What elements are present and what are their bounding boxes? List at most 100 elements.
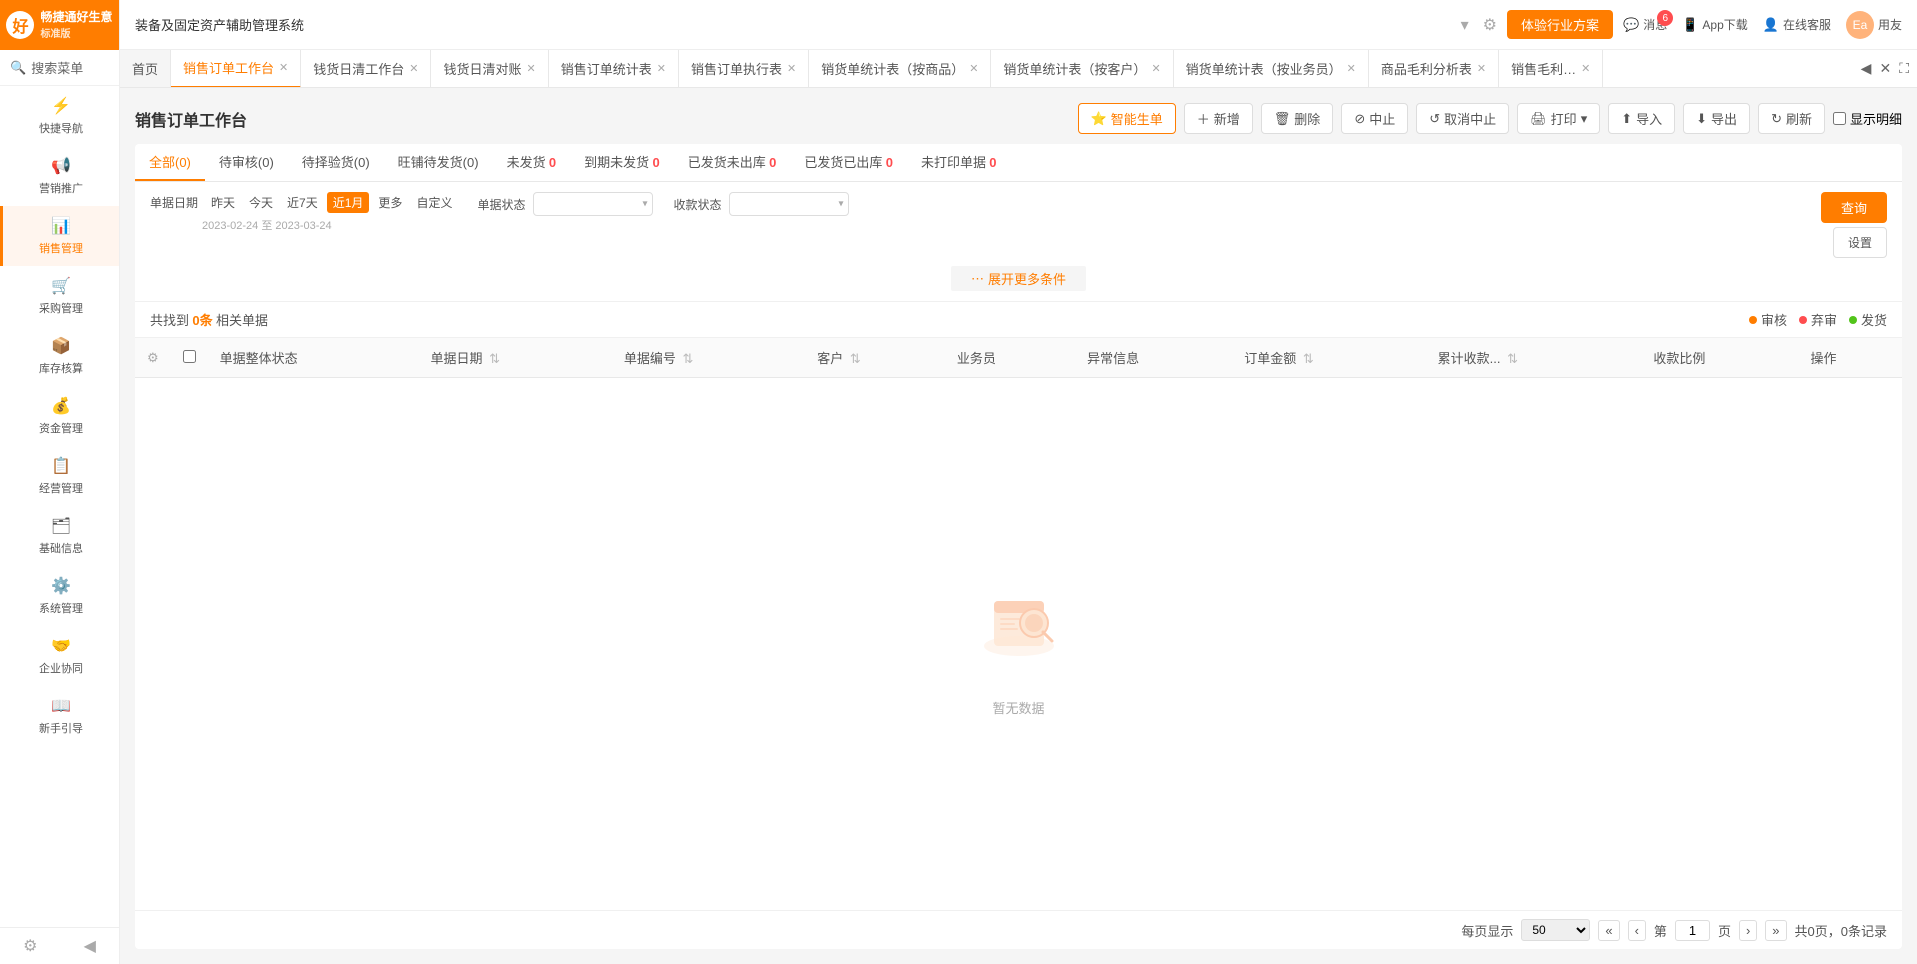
add-btn[interactable]: ＋ 新增: [1184, 103, 1253, 134]
sidebar-item-inventory[interactable]: 📦 库存核算: [0, 326, 119, 386]
collapse-btn[interactable]: ◀: [84, 936, 96, 956]
date-opt-more[interactable]: 更多: [373, 192, 407, 213]
tab-daily-clear[interactable]: 钱货日清工作台 ✕: [301, 50, 431, 88]
sidebar-item-purchase[interactable]: 🛒 采购管理: [0, 266, 119, 326]
topbar-settings-icon[interactable]: ⚙: [1483, 15, 1497, 35]
sidebar-item-system[interactable]: ⚙️ 系统管理: [0, 566, 119, 626]
tab-sales-margin-close[interactable]: ✕: [1581, 62, 1590, 75]
tab-reconcile-close[interactable]: ✕: [527, 62, 536, 75]
subtab-pending-review[interactable]: 待审核(0): [205, 144, 288, 181]
col-customer[interactable]: 客户 ⇅: [805, 338, 945, 378]
subtab-all[interactable]: 全部(0): [135, 144, 205, 181]
approve-op[interactable]: 审核: [1749, 310, 1787, 329]
export-btn[interactable]: ⬇ 导出: [1683, 103, 1750, 134]
subtab-shipped-stocked[interactable]: 已发货已出库 0: [790, 144, 907, 181]
user-action[interactable]: Ea 用友: [1846, 11, 1902, 39]
topbar-dropdown-icon[interactable]: ▾: [1461, 15, 1469, 35]
page-next-btn[interactable]: ›: [1739, 920, 1757, 941]
stop-btn[interactable]: ⊘ 中止: [1341, 103, 1408, 134]
status-select[interactable]: [533, 192, 653, 216]
sidebar-item-sales[interactable]: 📊 销售管理: [0, 206, 119, 266]
tab-exec[interactable]: 销售订单执行表 ✕: [679, 50, 809, 88]
page-prev-btn[interactable]: ‹: [1628, 920, 1646, 941]
page-input[interactable]: [1675, 920, 1710, 941]
pagination: 每页显示 10 20 50 100 « ‹ 第 页 ›: [135, 910, 1902, 949]
sidebar-item-quicknav[interactable]: ⚡ 快捷导航: [0, 86, 119, 146]
collab-label: 企业协同: [39, 660, 83, 676]
reject-op[interactable]: 弃审: [1799, 310, 1837, 329]
sidebar-item-business[interactable]: 📋 经营管理: [0, 446, 119, 506]
sidebar-item-finance[interactable]: 💰 资金管理: [0, 386, 119, 446]
col-settings[interactable]: ⚙: [135, 338, 171, 378]
import-btn[interactable]: ⬆ 导入: [1608, 103, 1675, 134]
search-menu[interactable]: 🔍 搜索菜单: [0, 50, 119, 86]
tab-customer-stats[interactable]: 销货单统计表（按客户） ✕: [991, 50, 1173, 88]
refresh-btn[interactable]: ↻ 刷新: [1758, 103, 1825, 134]
tab-maximize[interactable]: ⛶: [1899, 60, 1909, 77]
sales-label: 销售管理: [39, 240, 83, 256]
date-opt-7days[interactable]: 近7天: [282, 192, 323, 213]
sidebar-item-collab[interactable]: 🤝 企业协同: [0, 626, 119, 686]
tab-sales-stats-close[interactable]: ✕: [1347, 62, 1356, 75]
sidebar-item-baseinfo[interactable]: 🗂 基础信息: [0, 506, 119, 566]
tab-reconcile[interactable]: 钱货日清对账 ✕: [431, 50, 548, 88]
col-collected[interactable]: 累计收款... ⇅: [1426, 338, 1642, 378]
col-amount[interactable]: 订单金额 ⇅: [1232, 338, 1425, 378]
tab-stats[interactable]: 销售订单统计表 ✕: [549, 50, 679, 88]
tab-customer-stats-close[interactable]: ✕: [1151, 62, 1160, 75]
page-last-btn[interactable]: »: [1765, 920, 1786, 941]
page-size-select[interactable]: 10 20 50 100: [1521, 919, 1590, 941]
print-btn[interactable]: 🖨 打印 ▾: [1517, 103, 1600, 134]
smart-order-btn[interactable]: ⭐ 智能生单: [1078, 103, 1176, 134]
subtab-shipped-unstocked[interactable]: 已发货未出库 0: [674, 144, 791, 181]
subtab-wangpu[interactable]: 旺铺待发货(0): [384, 144, 493, 181]
settings-btn[interactable]: ⚙: [23, 936, 37, 956]
set-btn[interactable]: 设置: [1833, 227, 1887, 258]
tab-goods-stats[interactable]: 销货单统计表（按商品） ✕: [809, 50, 991, 88]
ship-op[interactable]: 发货: [1849, 310, 1887, 329]
sidebar-item-guide[interactable]: 📖 新手引导: [0, 686, 119, 746]
tab-margin-close[interactable]: ✕: [1477, 62, 1486, 75]
date-opt-yesterday[interactable]: 昨天: [206, 192, 240, 213]
tab-close-all[interactable]: ✕: [1879, 60, 1891, 77]
sidebar-item-marketing[interactable]: 📢 营销推广: [0, 146, 119, 206]
tab-goods-stats-close[interactable]: ✕: [969, 62, 978, 75]
select-all-checkbox[interactable]: [183, 350, 196, 363]
tab-exec-close[interactable]: ✕: [787, 62, 796, 75]
app-download-action[interactable]: 📱 App下载: [1682, 16, 1748, 33]
tab-daily-clear-close[interactable]: ✕: [409, 62, 418, 75]
message-action[interactable]: 💬 消息 6: [1623, 16, 1667, 33]
tab-sales-stats[interactable]: 销货单统计表（按业务员） ✕: [1174, 50, 1369, 88]
subtab-unshipped-count: 0: [549, 155, 556, 170]
subtab-shipped-stocked-count: 0: [886, 155, 893, 170]
tab-sales-order[interactable]: 销售订单工作台 ✕: [171, 50, 301, 88]
subtab-unprinted[interactable]: 未打印单据 0: [907, 144, 1011, 181]
tab-margin[interactable]: 商品毛利分析表 ✕: [1369, 50, 1499, 88]
col-date[interactable]: 单据日期 ⇅: [419, 338, 612, 378]
show-detail-checkbox-wrapper[interactable]: 显示明细: [1833, 109, 1902, 128]
delete-btn[interactable]: 🗑 删除: [1261, 103, 1334, 134]
cancel-stop-btn[interactable]: ↺ 取消中止: [1416, 103, 1509, 134]
stop-label: 中止: [1369, 109, 1395, 128]
expand-btn[interactable]: ⋯ 展开更多条件: [951, 266, 1086, 291]
industry-btn[interactable]: 体验行业方案: [1507, 10, 1613, 39]
service-action[interactable]: 👤 在线客服: [1763, 16, 1831, 33]
subtab-overdue[interactable]: 到期未发货 0: [570, 144, 674, 181]
payment-select[interactable]: [729, 192, 849, 216]
show-detail-checkbox[interactable]: [1833, 112, 1846, 125]
tab-home[interactable]: 首页: [120, 50, 171, 88]
tab-sales-margin[interactable]: 销售毛利… ✕: [1499, 50, 1603, 88]
tab-sales-order-close[interactable]: ✕: [279, 61, 288, 74]
query-btn[interactable]: 查询: [1821, 192, 1887, 223]
date-opt-today[interactable]: 今天: [244, 192, 278, 213]
tab-scroll-left[interactable]: ◀: [1861, 60, 1872, 77]
subtab-pending-inspect[interactable]: 待择验货(0): [288, 144, 384, 181]
date-opt-1month[interactable]: 近1月: [327, 192, 370, 213]
page-first-btn[interactable]: «: [1598, 920, 1619, 941]
date-opt-custom[interactable]: 自定义: [411, 192, 457, 213]
col-no[interactable]: 单据编号 ⇅: [612, 338, 805, 378]
tab-customer-stats-label: 销货单统计表（按客户）: [1003, 59, 1146, 78]
subtab-unshipped[interactable]: 未发货 0: [493, 144, 571, 181]
tab-daily-clear-label: 钱货日清工作台: [313, 59, 404, 78]
tab-stats-close[interactable]: ✕: [657, 62, 666, 75]
